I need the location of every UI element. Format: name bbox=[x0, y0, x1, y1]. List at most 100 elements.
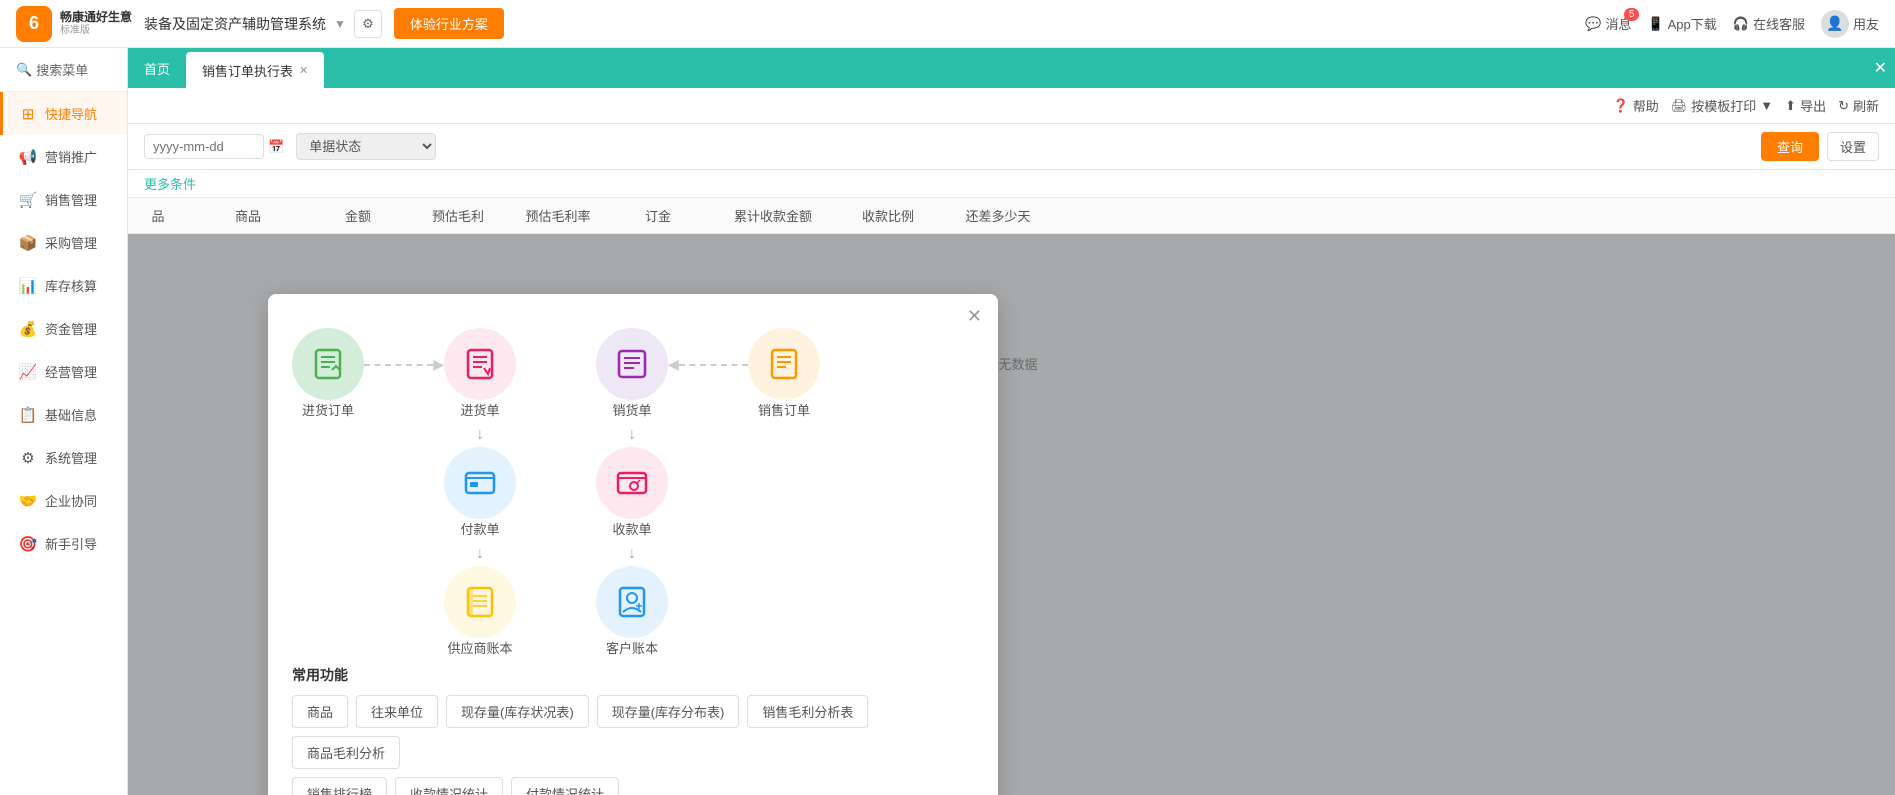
flow-row-2: ↓ 付款单 ↓ bbox=[292, 423, 974, 538]
sidebar-item-collab[interactable]: 🤝 企业协同 bbox=[0, 479, 127, 522]
sidebar-item-sales[interactable]: 🛒 销售管理 bbox=[0, 178, 127, 221]
close-all-tabs-button[interactable]: ✕ bbox=[1874, 58, 1887, 78]
func-recv-stats[interactable]: 收款情况统计 bbox=[395, 777, 503, 795]
sales-bill-label: 销货单 bbox=[612, 400, 651, 419]
toolbar-actions: ❓ 帮助 🖨 按模板打印 ▼ ⬆ 导出 ↻ 刷新 bbox=[1613, 96, 1879, 115]
sidebar-item-basics[interactable]: 📋 基础信息 bbox=[0, 393, 127, 436]
customer-ledger-circle[interactable] bbox=[596, 566, 668, 638]
refresh-icon: ↻ bbox=[1838, 98, 1849, 114]
func-product-profit[interactable]: 商品毛利分析 bbox=[292, 736, 400, 769]
more-conditions-bar: 更多条件 bbox=[128, 170, 1895, 198]
modal-overlay[interactable]: ✕ 进货订单 bbox=[128, 234, 1895, 795]
func-sales-rank[interactable]: 销售排行榜 bbox=[292, 777, 387, 795]
sidebar-item-system[interactable]: ⚙ 系统管理 bbox=[0, 436, 127, 479]
func-stock-status[interactable]: 现存量(库存状况表) bbox=[446, 695, 589, 728]
sidebar-item-purchase[interactable]: 📦 采购管理 bbox=[0, 221, 127, 264]
modal-close-button[interactable]: ✕ bbox=[967, 306, 982, 327]
table-header: 品 商品 金额 预估毛利 预估毛利率 订金 累计收款金额 收款比例 还差多少天 bbox=[128, 198, 1895, 234]
refresh-button[interactable]: ↻ 刷新 bbox=[1838, 96, 1879, 115]
app-container: 6 畅康通好生意 标准版 装备及固定资产辅助管理系统 ▼ ⚙ 体验行业方案 💬 … bbox=[0, 0, 1895, 795]
payment-circle[interactable] bbox=[444, 447, 516, 519]
sidebar-item-quick-nav[interactable]: ⊞ 快捷导航 bbox=[0, 92, 127, 135]
arrow-down-pb: ↓ bbox=[476, 423, 484, 447]
search-icon: 🔍 bbox=[16, 62, 32, 78]
status-filter[interactable]: 单据状态 bbox=[296, 133, 436, 160]
flow-row-3: ↓ 供应商账本 ↓ bbox=[292, 542, 974, 657]
sales-bill-circle[interactable] bbox=[596, 328, 668, 400]
func-payment-stats[interactable]: 付款情况统计 bbox=[511, 777, 619, 795]
sidebar-item-operations[interactable]: 📈 经营管理 bbox=[0, 350, 127, 393]
gear-button[interactable]: ⚙ bbox=[354, 10, 382, 38]
sales-icon: 🛒 bbox=[19, 191, 37, 209]
help-icon: ❓ bbox=[1613, 98, 1629, 114]
online-service-button[interactable]: 🎧 在线客服 bbox=[1733, 14, 1805, 33]
help-button[interactable]: ❓ 帮助 bbox=[1613, 96, 1659, 115]
app-download-button[interactable]: 📱 App下载 bbox=[1647, 14, 1716, 33]
func-customer-supplier[interactable]: 往来单位 bbox=[356, 695, 438, 728]
col-deposit: 订金 bbox=[608, 206, 708, 225]
date-from-input[interactable] bbox=[144, 134, 264, 159]
template-print-button[interactable]: 🖨 按模板打印 ▼ bbox=[1671, 96, 1773, 115]
logo-text: 畅康通好生意 标准版 bbox=[60, 10, 132, 36]
arrow-down-payment: ↓ bbox=[476, 542, 484, 566]
marketing-icon: 📢 bbox=[19, 148, 37, 166]
export-icon: ⬆ bbox=[1785, 98, 1796, 114]
finance-icon: 💰 bbox=[19, 320, 37, 338]
sidebar-item-newbie[interactable]: 🎯 新手引导 bbox=[0, 522, 127, 565]
search-menu-button[interactable]: 🔍 搜索菜单 bbox=[8, 56, 119, 83]
func-product[interactable]: 商品 bbox=[292, 695, 348, 728]
purchase-bill-circle[interactable] bbox=[444, 328, 516, 400]
newbie-icon: 🎯 bbox=[19, 535, 37, 553]
query-button[interactable]: 查询 bbox=[1761, 132, 1819, 161]
logo-icon: 6 bbox=[16, 6, 52, 42]
tab-bar: 首页 销售订单执行表 ✕ ✕ bbox=[128, 48, 1895, 88]
filter-actions: 查询 设置 bbox=[1761, 132, 1879, 161]
col-amount: 金额 bbox=[308, 206, 408, 225]
col-est-profit: 预估毛利 bbox=[408, 206, 508, 225]
export-button[interactable]: ⬆ 导出 bbox=[1785, 96, 1826, 115]
user-name: 用友 bbox=[1853, 14, 1879, 33]
tab-sales-order-exec[interactable]: 销售订单执行表 ✕ bbox=[186, 52, 324, 88]
content-area: 首页 销售订单执行表 ✕ ✕ ❓ 帮助 🖨 按模板打印 bbox=[128, 48, 1895, 795]
more-conditions-link[interactable]: 更多条件 bbox=[144, 177, 196, 192]
supplier-ledger-circle[interactable] bbox=[444, 566, 516, 638]
func-grid-2: 销售排行榜 收款情况统计 付款情况统计 bbox=[292, 777, 974, 795]
basics-icon: 📋 bbox=[19, 406, 37, 424]
user-menu[interactable]: 👤 用友 bbox=[1821, 10, 1879, 38]
sidebar-item-inventory[interactable]: 📊 库存核算 bbox=[0, 264, 127, 307]
payment-label: 付款单 bbox=[460, 519, 499, 538]
flow-section: 进货订单 ▶ bbox=[292, 318, 974, 657]
sales-bill-node: 销货单 bbox=[596, 328, 668, 419]
logo-area: 6 畅康通好生意 标准版 bbox=[16, 6, 132, 42]
trial-btn[interactable]: 体验行业方案 bbox=[394, 8, 504, 39]
purchase-bill-label: 进货单 bbox=[460, 400, 499, 419]
sidebar: 🔍 搜索菜单 ⊞ 快捷导航 📢 营销推广 🛒 销售管理 📦 采购管理 bbox=[0, 48, 128, 795]
settings-button[interactable]: 设置 bbox=[1827, 132, 1879, 161]
print-icon: 🖨 bbox=[1671, 98, 1688, 114]
user-avatar: 👤 bbox=[1821, 10, 1849, 38]
sales-order-node: 销售订单 bbox=[748, 328, 820, 419]
tab-home[interactable]: 首页 bbox=[128, 48, 186, 88]
inventory-icon: 📊 bbox=[19, 277, 37, 295]
col-pin: 品 bbox=[128, 206, 188, 225]
func-sales-profit[interactable]: 销售毛利分析表 bbox=[747, 695, 868, 728]
home-icon: ⊞ bbox=[19, 105, 37, 123]
date-filter: 📅 bbox=[144, 134, 284, 159]
supplier-ledger-label: 供应商账本 bbox=[447, 638, 512, 657]
dropdown-icon[interactable]: ▼ bbox=[334, 17, 346, 31]
col-est-profit-rate: 预估毛利率 bbox=[508, 206, 608, 225]
calendar-icon[interactable]: 📅 bbox=[268, 139, 284, 155]
tab-close-icon[interactable]: ✕ bbox=[299, 64, 308, 77]
sales-order-circle[interactable] bbox=[748, 328, 820, 400]
headset-icon: 🎧 bbox=[1733, 16, 1749, 32]
sys-title: 装备及固定资产辅助管理系统 bbox=[144, 14, 326, 34]
receipt-circle[interactable] bbox=[596, 447, 668, 519]
message-button[interactable]: 💬 消息 5 bbox=[1585, 14, 1631, 33]
purchase-order-circle[interactable] bbox=[292, 328, 364, 400]
func-stock-dist[interactable]: 现存量(库存分布表) bbox=[597, 695, 740, 728]
filter-row: 📅 单据状态 查询 设置 bbox=[128, 124, 1895, 170]
sidebar-item-finance[interactable]: 💰 资金管理 bbox=[0, 307, 127, 350]
col-days-left: 还差多少天 bbox=[938, 206, 1058, 225]
sidebar-item-marketing[interactable]: 📢 营销推广 bbox=[0, 135, 127, 178]
collab-icon: 🤝 bbox=[19, 492, 37, 510]
